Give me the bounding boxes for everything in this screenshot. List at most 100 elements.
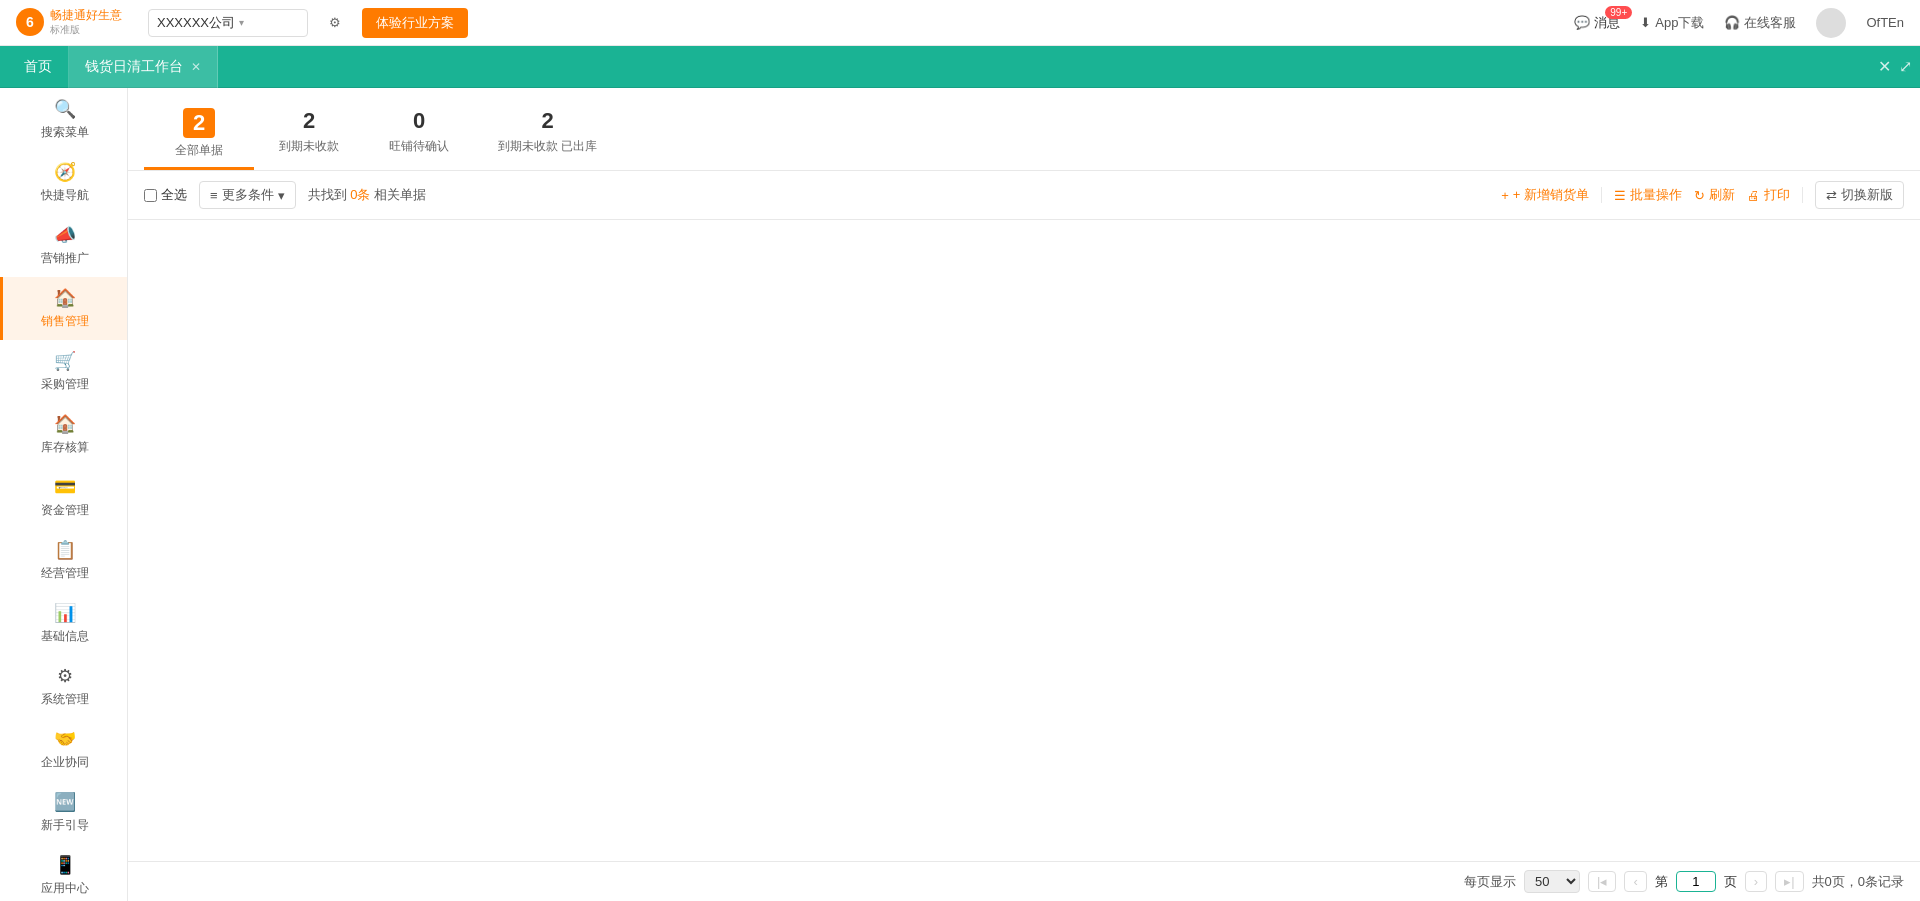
tab-maximize-button[interactable]: ⤢ — [1899, 57, 1912, 76]
search-icon: 🔍 — [54, 98, 76, 120]
sidebar-item-warehouse[interactable]: 🏠 库存核算 — [0, 403, 127, 466]
stat-label-wangpu: 旺铺待确认 — [389, 138, 449, 155]
settings-button[interactable]: ⚙ — [320, 8, 350, 38]
add-order-button[interactable]: + + 新增销货单 — [1501, 186, 1589, 204]
sidebar-item-sales[interactable]: 🏠 销售管理 — [0, 277, 127, 340]
more-filter-button[interactable]: ≡ 更多条件 ▾ — [199, 181, 296, 209]
avatar[interactable] — [1816, 8, 1846, 38]
print-button[interactable]: 🖨 打印 — [1747, 186, 1790, 204]
switch-version-button[interactable]: ⇄ 切换新版 — [1815, 181, 1904, 209]
refresh-button[interactable]: ↻ 刷新 — [1694, 186, 1735, 204]
stat-tab-wangpu[interactable]: 0 旺铺待确认 — [364, 100, 474, 170]
add-label: + 新增销货单 — [1513, 186, 1589, 204]
manage-icon: 📋 — [54, 539, 76, 561]
sidebar-item-guide[interactable]: 🆕 新手引导 — [0, 781, 127, 844]
sidebar-warehouse-label: 库存核算 — [41, 439, 89, 456]
tab-minimize-button[interactable]: ✕ — [1878, 57, 1891, 76]
switch-label: 切换新版 — [1841, 186, 1893, 204]
header-right: 💬 消息 99+ ⬇ App下载 🎧 在线客服 OfTEn — [1574, 8, 1904, 38]
tab-workbench[interactable]: 钱货日清工作台 ✕ — [69, 46, 218, 88]
stat-label-due: 到期未收款 — [279, 138, 339, 155]
found-prefix: 共找到 — [308, 187, 347, 202]
sidebar-item-cooperate[interactable]: 🤝 企业协同 — [0, 718, 127, 781]
sidebar-item-manage[interactable]: 📋 经营管理 — [0, 529, 127, 592]
sidebar-item-nav[interactable]: 🧭 快捷导航 — [0, 151, 127, 214]
tab-close-icon[interactable]: ✕ — [191, 60, 201, 74]
stat-count-wangpu: 0 — [413, 108, 425, 134]
refresh-icon: ↻ — [1694, 188, 1705, 203]
per-page-label: 每页显示 — [1464, 873, 1516, 891]
logo-icon: 6 — [16, 8, 44, 36]
stat-label-all: 全部单据 — [175, 142, 223, 159]
try-plan-button[interactable]: 体验行业方案 — [362, 8, 468, 38]
stat-count-due: 2 — [303, 108, 315, 134]
guide-icon: 🆕 — [54, 791, 76, 813]
warehouse-icon: 🏠 — [54, 413, 76, 435]
last-page-button[interactable]: ▸| — [1775, 871, 1803, 892]
batch-icon: ☰ — [1614, 188, 1626, 203]
logo-text: 畅捷通好生意 — [50, 8, 122, 22]
app-download-button[interactable]: ⬇ App下载 — [1640, 14, 1704, 32]
page-suffix: 页 — [1724, 873, 1737, 891]
app-download-label: App下载 — [1655, 14, 1704, 32]
per-page-select[interactable]: 20 50 100 — [1524, 870, 1580, 893]
company-name: XXXXXX公司 — [157, 14, 235, 32]
service-label: 在线客服 — [1744, 14, 1796, 32]
sales-icon: 🏠 — [54, 287, 76, 309]
first-page-button[interactable]: |◂ — [1588, 871, 1616, 892]
toolbar-divider-2 — [1802, 187, 1803, 203]
logo-area: 6 畅捷通好生意 标准版 — [16, 8, 136, 36]
stat-label-due-out: 到期未收款 已出库 — [498, 138, 597, 155]
found-count: 0条 — [350, 187, 370, 202]
sidebar-search-label: 搜索菜单 — [41, 124, 89, 141]
company-select[interactable]: XXXXXX公司 ▾ — [148, 9, 308, 37]
switch-icon: ⇄ — [1826, 188, 1837, 203]
found-suffix: 相关单据 — [374, 187, 426, 202]
stat-tab-all[interactable]: 2 全部单据 — [144, 100, 254, 170]
purchase-icon: 🛒 — [54, 350, 76, 372]
message-icon: 💬 — [1574, 15, 1590, 30]
system-icon: ⚙ — [57, 665, 73, 687]
sidebar-item-search[interactable]: 🔍 搜索菜单 — [0, 88, 127, 151]
tab-home-label: 首页 — [24, 58, 52, 76]
tab-actions: ✕ ⤢ — [1878, 57, 1912, 76]
toolbar: 全选 ≡ 更多条件 ▾ 共找到 0条 相关单据 + + 新增销货单 — [128, 171, 1920, 220]
toolbar-right: + + 新增销货单 ☰ 批量操作 ↻ 刷新 🖨 打印 ⇄ — [1501, 181, 1904, 209]
tab-home[interactable]: 首页 — [8, 46, 69, 88]
message-badge: 99+ — [1605, 6, 1632, 19]
service-icon: 🎧 — [1724, 15, 1740, 30]
online-service-button[interactable]: 🎧 在线客服 — [1724, 14, 1796, 32]
filter-chevron-icon: ▾ — [278, 188, 285, 203]
sidebar-market-label: 营销推广 — [41, 250, 89, 267]
batch-operation-button[interactable]: ☰ 批量操作 — [1614, 186, 1682, 204]
sidebar-item-system[interactable]: ⚙ 系统管理 — [0, 655, 127, 718]
print-label: 打印 — [1764, 186, 1790, 204]
sidebar-item-appCenter[interactable]: 📱 应用中心 — [0, 844, 127, 901]
refresh-label: 刷新 — [1709, 186, 1735, 204]
sidebar: 🔍 搜索菜单 🧭 快捷导航 📣 营销推广 🏠 销售管理 🛒 采购管理 🏠 库存核… — [0, 88, 128, 901]
select-all-input[interactable] — [144, 189, 157, 202]
sidebar-item-base[interactable]: 📊 基础信息 — [0, 592, 127, 655]
market-icon: 📣 — [54, 224, 76, 246]
download-icon: ⬇ — [1640, 15, 1651, 30]
pagination: 每页显示 20 50 100 |◂ ‹ 第 页 › ▸| 共0页，0条记录 — [128, 861, 1920, 901]
sidebar-appcenter-label: 应用中心 — [41, 880, 89, 897]
stat-tab-due-out[interactable]: 2 到期未收款 已出库 — [474, 100, 621, 170]
logo-badge: 标准版 — [50, 23, 122, 37]
message-button[interactable]: 💬 消息 99+ — [1574, 14, 1620, 32]
select-all-checkbox[interactable]: 全选 — [144, 186, 187, 204]
page-input[interactable] — [1676, 871, 1716, 892]
table-area — [128, 220, 1920, 861]
sidebar-purchase-label: 采购管理 — [41, 376, 89, 393]
base-icon: 📊 — [54, 602, 76, 624]
stat-tab-due[interactable]: 2 到期未收款 — [254, 100, 364, 170]
sidebar-item-finance[interactable]: 💳 资金管理 — [0, 466, 127, 529]
prev-page-button[interactable]: ‹ — [1624, 871, 1646, 892]
next-page-button[interactable]: › — [1745, 871, 1767, 892]
sidebar-item-market[interactable]: 📣 营销推广 — [0, 214, 127, 277]
content-area: 2 全部单据 2 到期未收款 0 旺铺待确认 2 到期未收款 已出库 全选 — [128, 88, 1920, 901]
empty-state — [128, 220, 1920, 861]
sidebar-item-purchase[interactable]: 🛒 采购管理 — [0, 340, 127, 403]
stats-tabs: 2 全部单据 2 到期未收款 0 旺铺待确认 2 到期未收款 已出库 — [128, 88, 1920, 171]
select-all-label: 全选 — [161, 186, 187, 204]
